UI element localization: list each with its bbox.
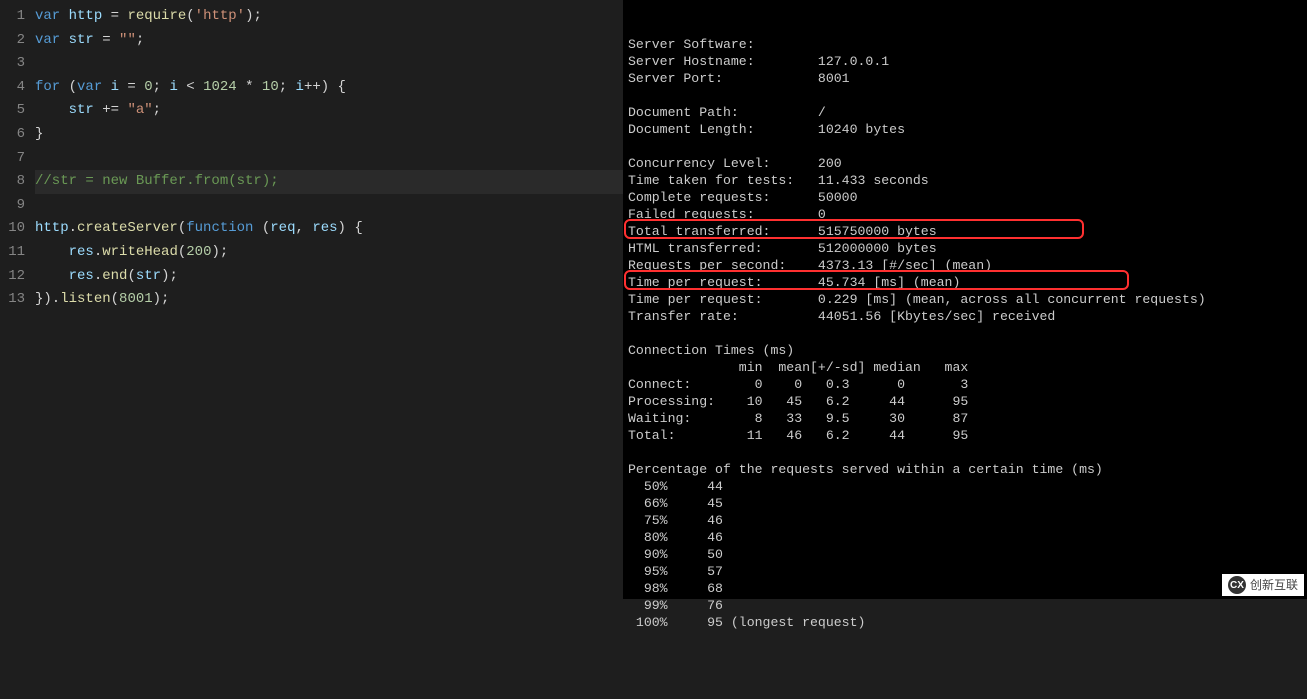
line-number: 2 [0,29,25,53]
line-number: 13 [0,288,25,312]
line-number: 7 [0,147,25,171]
line-number: 3 [0,52,25,76]
code-line[interactable]: res.writeHead(200); [35,241,623,265]
line-number-gutter: 12345678910111213 [0,0,35,599]
line-number: 9 [0,194,25,218]
code-line[interactable]: http.createServer(function (req, res) { [35,217,623,241]
code-line[interactable]: var str = ""; [35,29,623,53]
code-line[interactable] [35,147,623,171]
line-number: 6 [0,123,25,147]
code-line[interactable]: for (var i = 0; i < 1024 * 10; i++) { [35,76,623,100]
code-line[interactable]: } [35,123,623,147]
watermark: CX 创新互联 [1222,574,1304,596]
terminal-output-panel: Server Software: Server Hostname: 127.0.… [623,0,1307,599]
line-number: 1 [0,5,25,29]
line-number: 11 [0,241,25,265]
code-line[interactable]: //str = new Buffer.from(str); [35,170,623,194]
code-line[interactable]: }).listen(8001); [35,288,623,312]
watermark-text: 创新互联 [1250,577,1298,594]
code-content[interactable]: var http = require('http');var str = "";… [35,0,623,599]
line-number: 5 [0,99,25,123]
watermark-logo-icon: CX [1228,576,1246,594]
line-number: 10 [0,217,25,241]
code-line[interactable]: var http = require('http'); [35,5,623,29]
code-line[interactable]: str += "a"; [35,99,623,123]
code-editor-panel: 12345678910111213 var http = require('ht… [0,0,623,599]
code-line[interactable] [35,194,623,218]
line-number: 4 [0,76,25,100]
code-line[interactable]: res.end(str); [35,265,623,289]
code-line[interactable] [35,52,623,76]
line-number: 8 [0,170,25,194]
line-number: 12 [0,265,25,289]
terminal-text: Server Software: Server Hostname: 127.0.… [628,36,1302,631]
